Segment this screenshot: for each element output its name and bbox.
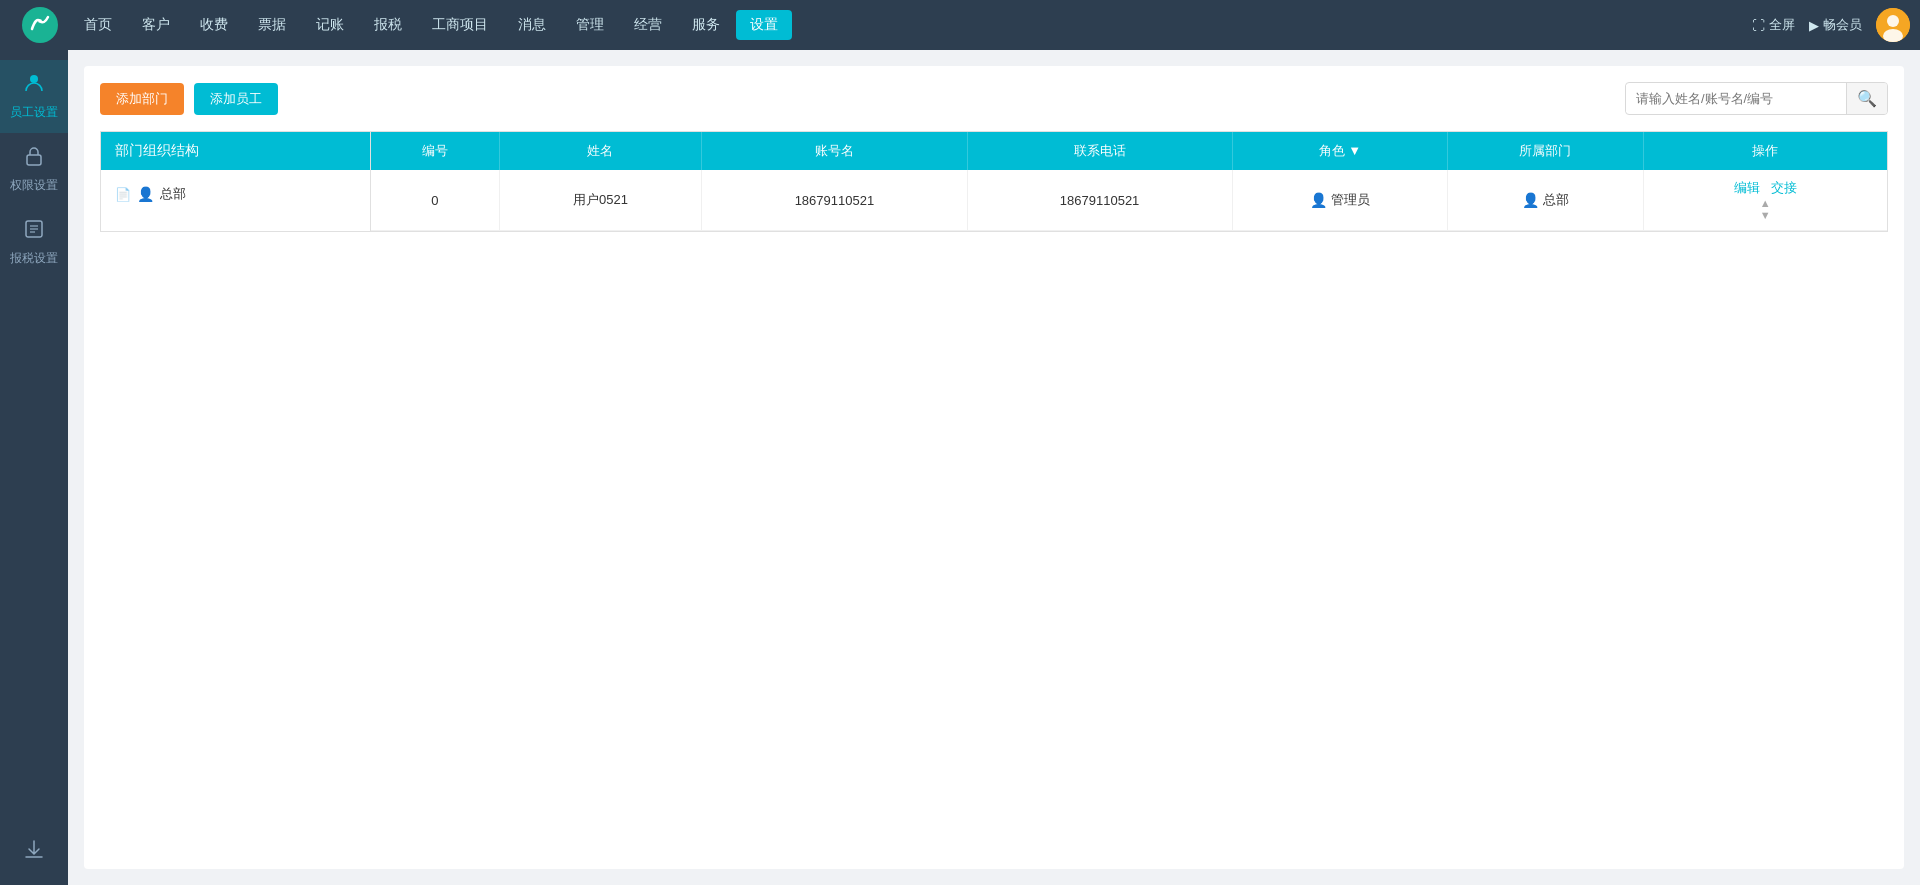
col-action: 操作: [1643, 132, 1887, 170]
download-icon: [23, 838, 45, 863]
svg-point-3: [1887, 15, 1899, 27]
sidebar-item-tax-label: 报税设置: [10, 250, 58, 267]
employee-icon: [23, 72, 45, 99]
add-staff-button[interactable]: 添加员工: [194, 83, 278, 115]
dept-node-root[interactable]: 📄 👤 总部: [115, 180, 356, 208]
vip-icon: ▶: [1809, 18, 1819, 33]
dept-person-icon: 👤: [1522, 192, 1539, 208]
col-account: 账号名: [702, 132, 967, 170]
search-input[interactable]: [1626, 85, 1846, 112]
tax-icon: [23, 218, 45, 245]
nav-item-服务[interactable]: 服务: [678, 10, 734, 40]
nav-item-设置[interactable]: 设置: [736, 10, 792, 40]
dept-tree: 部门组织结构 📄 👤 总部: [100, 131, 370, 232]
nav-item-经营[interactable]: 经营: [620, 10, 676, 40]
cell-dept: 👤 总部: [1448, 170, 1643, 231]
avatar[interactable]: [1876, 8, 1910, 42]
nav-items: 首页客户收费票据记账报税工商项目消息管理经营服务设置: [70, 10, 1752, 40]
table-row: 0 用户0521 18679110521 18679110521 👤 管理员: [371, 170, 1887, 231]
col-role[interactable]: 角色 ▼: [1232, 132, 1448, 170]
dept-tree-header: 部门组织结构: [101, 132, 370, 170]
col-dept: 所属部门: [1448, 132, 1643, 170]
sidebar-item-employee[interactable]: 员工设置: [0, 60, 68, 133]
employee-table: 编号 姓名 账号名 联系电话 角色 ▼ 所属部门 操作: [371, 132, 1887, 231]
nav-right: ⛶ 全屏 ▶ 畅会员: [1752, 8, 1910, 42]
scroll-up-icon[interactable]: ▲: [1760, 197, 1771, 209]
permission-icon: [23, 145, 45, 172]
cell-id: 0: [371, 170, 499, 231]
nav-item-工商项目[interactable]: 工商项目: [418, 10, 502, 40]
scroll-down-icon[interactable]: ▼: [1760, 209, 1771, 221]
employee-table-wrap: 编号 姓名 账号名 联系电话 角色 ▼ 所属部门 操作: [370, 131, 1888, 232]
nav-item-客户[interactable]: 客户: [128, 10, 184, 40]
cell-name: 用户0521: [499, 170, 702, 231]
toolbar: 添加部门 添加员工 🔍: [100, 82, 1888, 115]
role-icon: 👤: [1310, 192, 1327, 208]
svg-rect-6: [27, 155, 41, 165]
table-body: 0 用户0521 18679110521 18679110521 👤 管理员: [371, 170, 1887, 231]
nav-item-消息[interactable]: 消息: [504, 10, 560, 40]
svg-point-0: [22, 7, 58, 43]
dept-label: 总部: [1543, 191, 1569, 209]
main-content: 添加部门 添加员工 🔍 部门组织结构 📄 👤 总部: [68, 50, 1920, 885]
role-label: 管理员: [1331, 191, 1370, 209]
edit-link[interactable]: 编辑: [1734, 180, 1760, 195]
nav-item-首页[interactable]: 首页: [70, 10, 126, 40]
transfer-link[interactable]: 交接: [1771, 180, 1797, 195]
person-icon: 👤: [137, 186, 154, 202]
add-dept-button[interactable]: 添加部门: [100, 83, 184, 115]
cell-role: 👤 管理员: [1232, 170, 1448, 231]
search-bar: 🔍: [1625, 82, 1888, 115]
vip-button[interactable]: ▶ 畅会员: [1809, 16, 1862, 34]
sidebar-bottom: [0, 826, 68, 875]
top-navigation: 首页客户收费票据记账报税工商项目消息管理经营服务设置 ⛶ 全屏 ▶ 畅会员: [0, 0, 1920, 50]
nav-item-票据[interactable]: 票据: [244, 10, 300, 40]
scroll-arrows: ▲ ▼: [1656, 197, 1875, 221]
col-id: 编号: [371, 132, 499, 170]
fullscreen-button[interactable]: ⛶ 全屏: [1752, 16, 1795, 34]
nav-item-管理[interactable]: 管理: [562, 10, 618, 40]
search-button[interactable]: 🔍: [1846, 83, 1887, 114]
sidebar-item-permission[interactable]: 权限设置: [0, 133, 68, 206]
dept-node-label: 总部: [160, 185, 186, 203]
fullscreen-label: 全屏: [1769, 16, 1795, 34]
cell-account: 18679110521: [702, 170, 967, 231]
fullscreen-icon: ⛶: [1752, 18, 1765, 33]
cell-phone: 18679110521: [967, 170, 1232, 231]
logo: [10, 7, 70, 43]
nav-item-报税[interactable]: 报税: [360, 10, 416, 40]
cell-actions: 编辑 交接 ▲ ▼: [1643, 170, 1887, 231]
svg-point-5: [30, 75, 38, 83]
table-header: 编号 姓名 账号名 联系电话 角色 ▼ 所属部门 操作: [371, 132, 1887, 170]
sidebar-download-button[interactable]: [0, 826, 68, 875]
search-icon: 🔍: [1857, 90, 1877, 107]
nav-item-收费[interactable]: 收费: [186, 10, 242, 40]
sidebar-item-permission-label: 权限设置: [10, 177, 58, 194]
col-name: 姓名: [499, 132, 702, 170]
content-area: 添加部门 添加员工 🔍 部门组织结构 📄 👤 总部: [84, 66, 1904, 869]
sidebar-item-tax[interactable]: 报税设置: [0, 206, 68, 279]
nav-item-记账[interactable]: 记账: [302, 10, 358, 40]
dept-tree-body: 📄 👤 总部: [101, 170, 370, 218]
vip-label: 畅会员: [1823, 16, 1862, 34]
sidebar-item-employee-label: 员工设置: [10, 104, 58, 121]
body-layout: 部门组织结构 📄 👤 总部 编号 姓名 账号名: [100, 131, 1888, 232]
sidebar: 员工设置 权限设置 报税设置: [0, 50, 68, 885]
svg-point-1: [38, 19, 42, 23]
file-icon: 📄: [115, 187, 131, 202]
col-phone: 联系电话: [967, 132, 1232, 170]
